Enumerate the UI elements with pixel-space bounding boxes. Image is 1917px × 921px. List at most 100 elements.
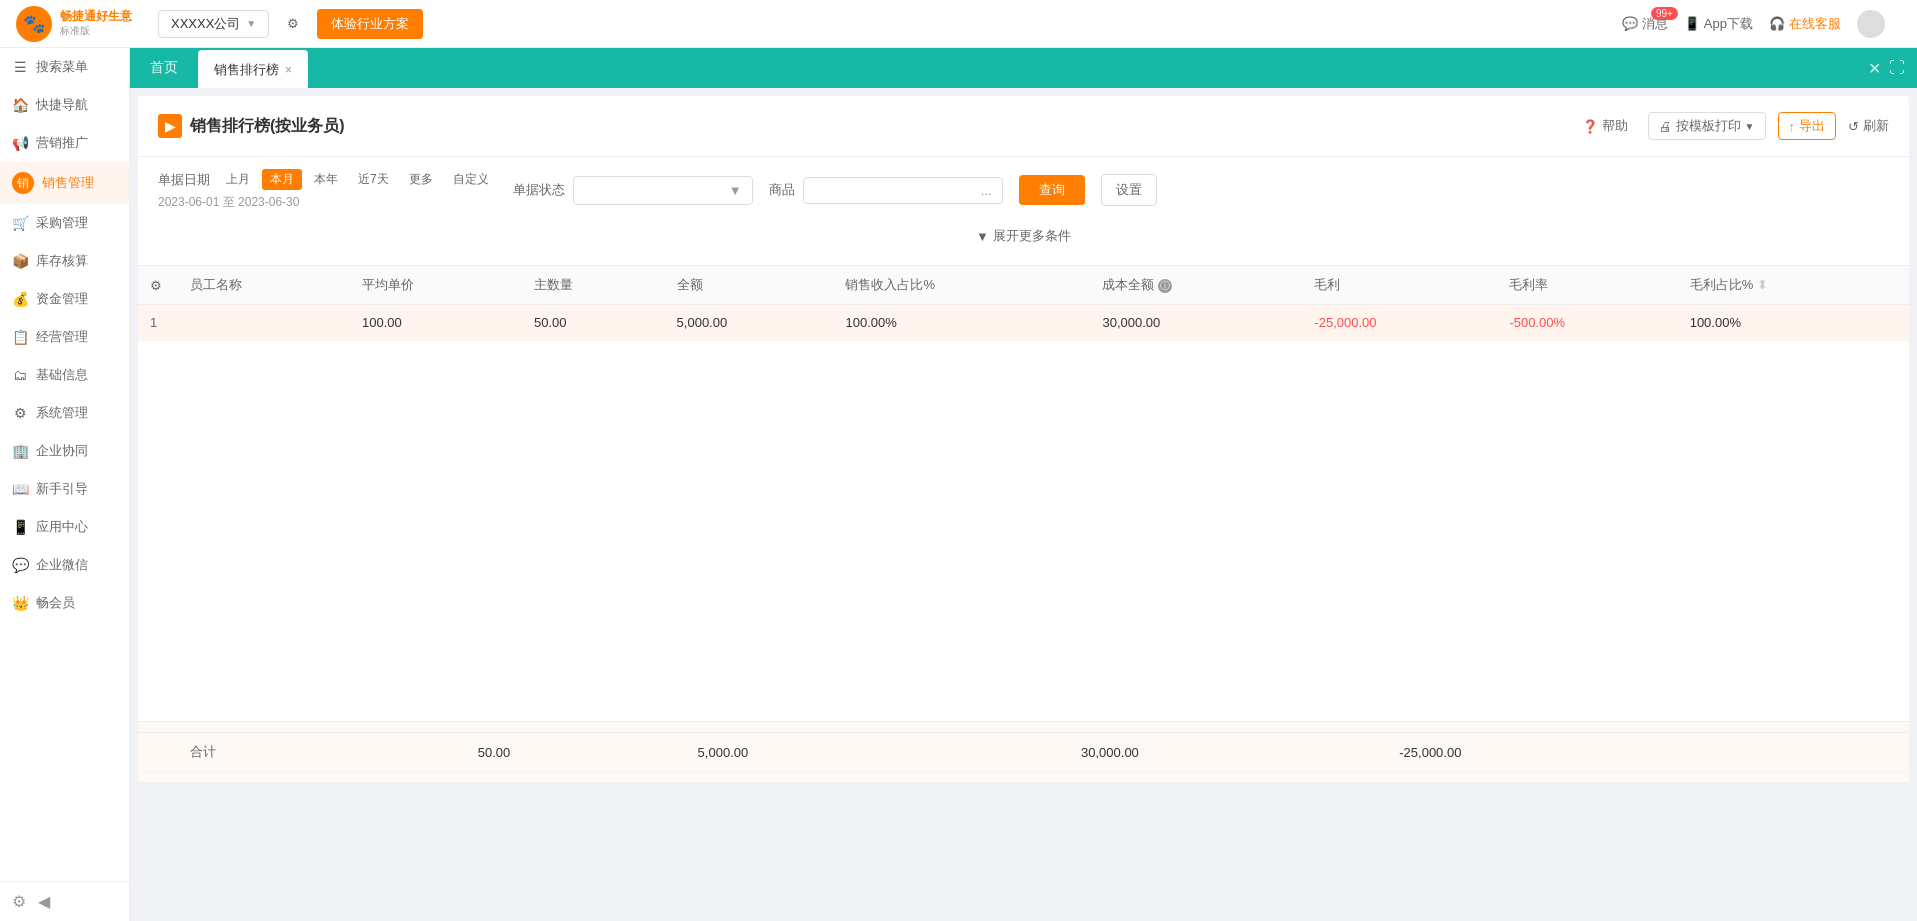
export-icon: ↑	[1789, 119, 1796, 134]
query-btn[interactable]: 查询	[1019, 175, 1085, 205]
print-label: 按模板打印	[1676, 117, 1741, 135]
footer-amount: 5,000.00	[686, 733, 976, 772]
date-option-this-month[interactable]: 本月	[262, 169, 302, 190]
online-service-btn[interactable]: 🎧 在线客服	[1769, 15, 1841, 33]
sidebar-label-inventory: 库存核算	[36, 252, 88, 270]
back-btn[interactable]: ▶	[158, 114, 182, 138]
status-select[interactable]: ▼	[573, 176, 753, 205]
footer-label: 合计	[178, 733, 372, 772]
sidebar-item-marketing[interactable]: 📢 营销推广	[0, 124, 129, 162]
date-option-this-year[interactable]: 本年	[306, 169, 346, 190]
page-header: ▶ 销售排行榜(按业务员) ❓ 帮助 🖨 按模板打印 ▼	[138, 96, 1909, 157]
date-range: 2023-06-01 至 2023-06-30	[158, 194, 497, 211]
company-name: XXXXX公司	[171, 15, 240, 33]
tab-bar: 首页 销售排行榜 × ✕ ⛶	[130, 48, 1917, 88]
search-order-icon: ☰	[12, 59, 28, 75]
goods-label: 商品	[769, 181, 795, 199]
sidebar-item-app-center[interactable]: 📱 应用中心	[0, 508, 129, 546]
logo-icon: 🐾	[16, 6, 52, 42]
refresh-btn[interactable]: ↺ 刷新	[1848, 117, 1889, 135]
goods-input[interactable]: ...	[803, 177, 1003, 204]
app-download-label: App下载	[1704, 15, 1753, 33]
footer-qty: 50.00	[466, 733, 686, 772]
trial-button[interactable]: 体验行业方案	[317, 9, 423, 39]
refresh-label: 刷新	[1863, 117, 1889, 135]
col-cost: 成本全额 ⓘ	[1090, 266, 1302, 305]
goods-more-icon[interactable]: ...	[981, 183, 992, 198]
footer-gross-rate	[1722, 733, 1815, 772]
page-actions: ❓ 帮助 🖨 按模板打印 ▼ ↑ 导出	[1574, 112, 1889, 140]
sidebar-item-system[interactable]: ⚙ 系统管理	[0, 394, 129, 432]
print-btn[interactable]: 🖨 按模板打印 ▼	[1648, 112, 1766, 140]
col-settings[interactable]: ⚙	[138, 266, 178, 305]
footer-row: 合计 50.00 5,000.00 30,000.00 -25,000.00	[138, 733, 1909, 772]
app-download-btn[interactable]: 📱 App下载	[1684, 15, 1753, 33]
col-qty: 主数量	[522, 266, 665, 305]
sidebar-item-enterprise[interactable]: 🏢 企业协同	[0, 432, 129, 470]
sidebar-label-operation: 经营管理	[36, 328, 88, 346]
collapse-icon[interactable]: ◀	[38, 892, 50, 911]
sidebar-label-guide: 新手引导	[36, 480, 88, 498]
tab-home[interactable]: 首页	[130, 48, 198, 88]
filter-row: 单据日期 上月 本月 本年 近7天 更多 自定义	[158, 169, 1889, 211]
settings-small-btn[interactable]: 设置	[1101, 174, 1157, 206]
tab-home-label: 首页	[150, 59, 178, 77]
footer-sales-pct	[976, 733, 1069, 772]
tab-close-icon[interactable]: ×	[285, 63, 292, 77]
cell-avg-price: 100.00	[350, 305, 522, 341]
topbar-settings-btn[interactable]: ⚙	[277, 8, 309, 40]
help-btn[interactable]: ❓ 帮助	[1574, 113, 1636, 139]
sidebar-item-member[interactable]: 👑 畅会员	[0, 584, 129, 622]
status-arrow-icon: ▼	[729, 183, 742, 198]
tab-sales-rank-label: 销售排行榜	[214, 61, 279, 79]
notification-btn[interactable]: 💬 消息 99+	[1622, 15, 1668, 33]
sidebar-bottom: ⚙ ◀	[0, 881, 129, 921]
expand-arrow-icon: ▼	[976, 229, 989, 244]
cost-info-icon: ⓘ	[1158, 279, 1172, 293]
avatar[interactable]	[1857, 10, 1885, 38]
date-option-more[interactable]: 更多	[401, 169, 441, 190]
system-icon: ⚙	[12, 405, 28, 421]
col-gross-rate: 毛利率	[1497, 266, 1677, 305]
base-info-icon: 🗂	[12, 367, 28, 383]
settings-bottom-icon[interactable]: ⚙	[12, 892, 26, 911]
sidebar-item-sales[interactable]: 销 销售管理	[0, 162, 129, 204]
date-options: 上月 本月 本年 近7天 更多 自定义	[218, 169, 497, 190]
tab-sales-rank[interactable]: 销售排行榜 ×	[198, 50, 308, 90]
guide-icon: 📖	[12, 481, 28, 497]
sidebar: ☰ 搜索菜单 🏠 快捷导航 📢 营销推广 销 销售管理 🛒 采购管理 📦 库	[0, 48, 130, 921]
expand-btn[interactable]: ▼ 展开更多条件	[976, 227, 1071, 245]
date-option-7days[interactable]: 近7天	[350, 169, 397, 190]
cell-amount: 5,000.00	[665, 305, 834, 341]
sidebar-item-base-info[interactable]: 🗂 基础信息	[0, 356, 129, 394]
logo-area: 🐾 畅捷通好生意 标准版	[16, 6, 146, 42]
company-selector[interactable]: XXXXX公司 ▼	[158, 10, 269, 38]
date-option-last-month[interactable]: 上月	[218, 169, 258, 190]
footer-gross: -25,000.00	[1387, 733, 1722, 772]
sidebar-item-search-order[interactable]: ☰ 搜索菜单	[0, 48, 129, 86]
tab-close-all-icon[interactable]: ✕	[1868, 59, 1881, 78]
table-header-row: ⚙ 员工名称 平均单价 主数量 全额 销售收入占比% 成本全额 ⓘ 毛利 毛利率	[138, 266, 1909, 305]
sidebar-label-capital: 资金管理	[36, 290, 88, 308]
sidebar-item-inventory[interactable]: 📦 库存核算	[0, 242, 129, 280]
gross-pct-sort-icon[interactable]: ⬍	[1757, 277, 1768, 292]
sidebar-item-operation[interactable]: 📋 经营管理	[0, 318, 129, 356]
date-option-custom[interactable]: 自定义	[445, 169, 497, 190]
sidebar-item-guide[interactable]: 📖 新手引导	[0, 470, 129, 508]
sidebar-item-purchase[interactable]: 🛒 采购管理	[0, 204, 129, 242]
app-container: 🐾 畅捷通好生意 标准版 XXXXX公司 ▼ ⚙ 体验行业方案 💬 消息 99+…	[0, 0, 1917, 921]
top-bar: 🐾 畅捷通好生意 标准版 XXXXX公司 ▼ ⚙ 体验行业方案 💬 消息 99+…	[0, 0, 1917, 48]
col-sales-pct: 销售收入占比%	[833, 266, 1090, 305]
sidebar-item-quick-nav[interactable]: 🏠 快捷导航	[0, 86, 129, 124]
tab-maximize-icon[interactable]: ⛶	[1889, 59, 1905, 77]
footer-cell-0	[138, 733, 178, 772]
col-name: 员工名称	[178, 266, 350, 305]
sidebar-label-quick-nav: 快捷导航	[36, 96, 88, 114]
sidebar-label-member: 畅会员	[36, 594, 75, 612]
export-btn[interactable]: ↑ 导出	[1778, 112, 1837, 140]
date-label: 单据日期	[158, 171, 210, 189]
sidebar-item-capital[interactable]: 💰 资金管理	[0, 280, 129, 318]
help-icon: ❓	[1582, 119, 1598, 134]
sidebar-item-wechat[interactable]: 💬 企业微信	[0, 546, 129, 584]
logo-title: 畅捷通好生意	[60, 9, 132, 23]
